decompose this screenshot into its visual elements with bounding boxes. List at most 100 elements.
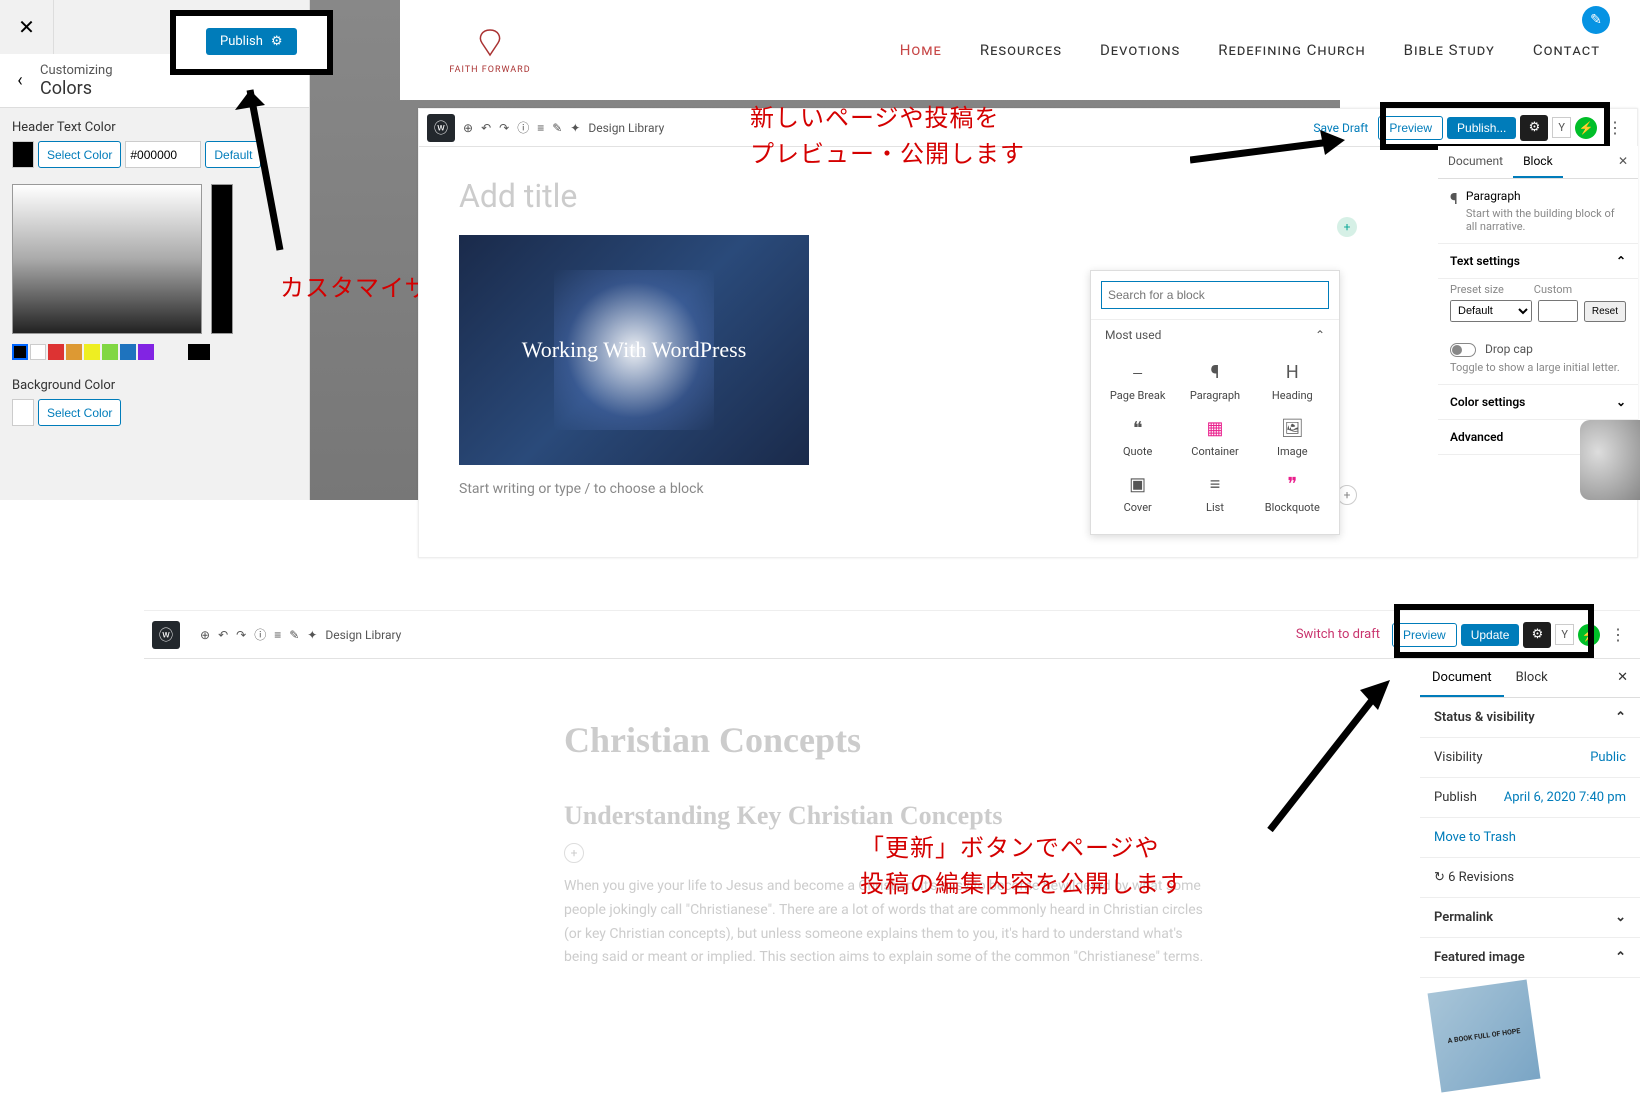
- palette-swatch[interactable]: [188, 344, 210, 360]
- nav-redefining[interactable]: Redefining Church: [1218, 41, 1365, 59]
- publish-date-value[interactable]: April 6, 2020 7:40 pm: [1504, 790, 1626, 805]
- block-container[interactable]: ▦Container: [1178, 412, 1251, 464]
- title-input[interactable]: Add title: [459, 177, 1597, 215]
- chevron-down-icon[interactable]: ⌄: [1615, 910, 1626, 925]
- back-icon[interactable]: ‹: [0, 70, 40, 91]
- advanced-label[interactable]: Advanced: [1450, 430, 1503, 444]
- design-library-link[interactable]: Design Library: [588, 121, 664, 135]
- add-block-inline-icon[interactable]: +: [564, 843, 584, 863]
- edit-fab-icon[interactable]: ✎: [1582, 6, 1610, 34]
- color-settings-label[interactable]: Color settings: [1450, 395, 1525, 409]
- yoast-icon[interactable]: Y: [1552, 117, 1571, 138]
- palette-swatch[interactable]: [138, 344, 154, 360]
- undo-icon[interactable]: ↶: [481, 121, 491, 135]
- block-search-input[interactable]: [1101, 281, 1329, 309]
- block-list[interactable]: ≡List: [1178, 468, 1251, 520]
- select-color-button[interactable]: Select Color: [38, 141, 121, 168]
- paragraph-placeholder[interactable]: Start writing or type / to choose a bloc…: [459, 481, 1597, 497]
- current-color-swatch[interactable]: [12, 141, 34, 168]
- hex-input[interactable]: [125, 141, 201, 168]
- chevron-up-icon[interactable]: ⌃: [1615, 950, 1626, 965]
- palette-swatch[interactable]: [30, 344, 46, 360]
- add-block-icon[interactable]: ⊕: [463, 121, 473, 135]
- visibility-value[interactable]: Public: [1590, 750, 1626, 765]
- update-button[interactable]: Update: [1461, 624, 1520, 646]
- settings-gear-icon[interactable]: ⚙: [1523, 622, 1551, 648]
- color-picker-gradient[interactable]: [12, 184, 202, 334]
- edit-icon[interactable]: ✎: [289, 628, 299, 642]
- close-sidebar-icon[interactable]: ✕: [1605, 660, 1640, 697]
- custom-size-input[interactable]: [1538, 300, 1578, 322]
- jetpack-icon[interactable]: ⚡: [1575, 117, 1597, 139]
- permalink-label[interactable]: Permalink: [1434, 910, 1493, 925]
- site-logo[interactable]: FAITH FORWARD: [440, 15, 540, 85]
- edit-icon[interactable]: ✎: [552, 121, 562, 135]
- info-icon[interactable]: ⓘ: [517, 119, 529, 136]
- close-icon[interactable]: ✕: [0, 0, 54, 54]
- post-title[interactable]: Christian Concepts: [564, 719, 1220, 761]
- tab-document[interactable]: Document: [1438, 146, 1513, 178]
- tab-block[interactable]: Block: [1504, 660, 1560, 697]
- palette-swatch[interactable]: [84, 344, 100, 360]
- palette-swatch[interactable]: [48, 344, 64, 360]
- add-block-icon[interactable]: ⊕: [200, 628, 210, 642]
- cover-block[interactable]: Working With WordPress: [459, 235, 809, 465]
- redo-icon[interactable]: ↷: [499, 121, 509, 135]
- tab-document[interactable]: Document: [1420, 660, 1504, 697]
- move-to-trash-link[interactable]: Move to Trash: [1434, 830, 1516, 845]
- featured-image-label[interactable]: Featured image: [1434, 950, 1525, 965]
- palette-swatch[interactable]: [102, 344, 118, 360]
- chevron-down-icon[interactable]: ⌄: [1616, 395, 1626, 409]
- outline-icon[interactable]: ≡: [537, 121, 544, 135]
- publish-button[interactable]: Publish ⚙: [206, 28, 297, 55]
- palette-swatch[interactable]: [66, 344, 82, 360]
- block-cover[interactable]: ▣Cover: [1101, 468, 1174, 520]
- select-bg-color-button[interactable]: Select Color: [38, 399, 121, 426]
- featured-image-thumbnail[interactable]: A BOOK FULL OF HOPE: [1428, 980, 1541, 1093]
- nav-resources[interactable]: Resources: [980, 41, 1062, 59]
- block-quote[interactable]: ❝Quote: [1101, 412, 1174, 464]
- bg-color-swatch[interactable]: [12, 399, 34, 426]
- publish-button[interactable]: Publish...: [1447, 117, 1516, 139]
- block-blockquote[interactable]: ❞Blockquote: [1256, 468, 1329, 520]
- tab-block[interactable]: Block: [1513, 146, 1563, 178]
- nav-home[interactable]: Home: [900, 41, 942, 59]
- close-sidebar-icon[interactable]: ✕: [1608, 146, 1638, 178]
- yoast-icon[interactable]: Y: [1555, 624, 1574, 645]
- drop-cap-toggle[interactable]: [1450, 343, 1476, 357]
- undo-icon[interactable]: ↶: [218, 628, 228, 642]
- block-image[interactable]: 🖼Image: [1256, 412, 1329, 464]
- nav-bible-study[interactable]: Bible Study: [1404, 41, 1495, 59]
- preview-button[interactable]: Preview: [1392, 623, 1457, 647]
- block-page-break[interactable]: ⎯Page Break: [1101, 356, 1174, 408]
- add-block-inline-icon[interactable]: +: [1337, 485, 1357, 505]
- preset-size-select[interactable]: Default: [1450, 300, 1532, 322]
- block-paragraph[interactable]: ¶Paragraph: [1178, 356, 1251, 408]
- chevron-up-icon[interactable]: ⌃: [1616, 254, 1626, 268]
- revisions-label[interactable]: ↻ 6 Revisions: [1434, 870, 1514, 885]
- add-block-inline-icon[interactable]: +: [1337, 217, 1357, 237]
- preview-button[interactable]: Preview: [1378, 116, 1443, 140]
- chevron-up-icon[interactable]: ⌃: [1615, 710, 1626, 725]
- design-library-icon[interactable]: ✦: [570, 121, 580, 135]
- outline-icon[interactable]: ≡: [274, 628, 281, 642]
- switch-to-draft-link[interactable]: Switch to draft: [1296, 627, 1380, 642]
- wordpress-icon[interactable]: ⓦ: [152, 621, 180, 649]
- more-menu-icon[interactable]: ⋮: [1604, 625, 1632, 644]
- info-icon[interactable]: ⓘ: [254, 626, 266, 643]
- nav-devotions[interactable]: Devotions: [1100, 41, 1180, 59]
- jetpack-icon[interactable]: ⚡: [1578, 624, 1600, 646]
- chevron-up-icon[interactable]: ⌃: [1315, 328, 1325, 342]
- text-settings-label[interactable]: Text settings: [1450, 254, 1520, 268]
- wordpress-icon[interactable]: ⓦ: [427, 114, 455, 142]
- nav-contact[interactable]: Contact: [1533, 41, 1600, 59]
- status-visibility-label[interactable]: Status & visibility: [1434, 710, 1535, 725]
- heading-block[interactable]: Understanding Key Christian Concepts: [564, 801, 1220, 831]
- more-menu-icon[interactable]: ⋮: [1601, 118, 1629, 137]
- design-library-link[interactable]: Design Library: [325, 628, 401, 642]
- redo-icon[interactable]: ↷: [236, 628, 246, 642]
- block-heading[interactable]: HHeading: [1256, 356, 1329, 408]
- design-library-icon[interactable]: ✦: [307, 628, 317, 642]
- palette-swatch[interactable]: [120, 344, 136, 360]
- settings-gear-icon[interactable]: ⚙: [1520, 115, 1548, 141]
